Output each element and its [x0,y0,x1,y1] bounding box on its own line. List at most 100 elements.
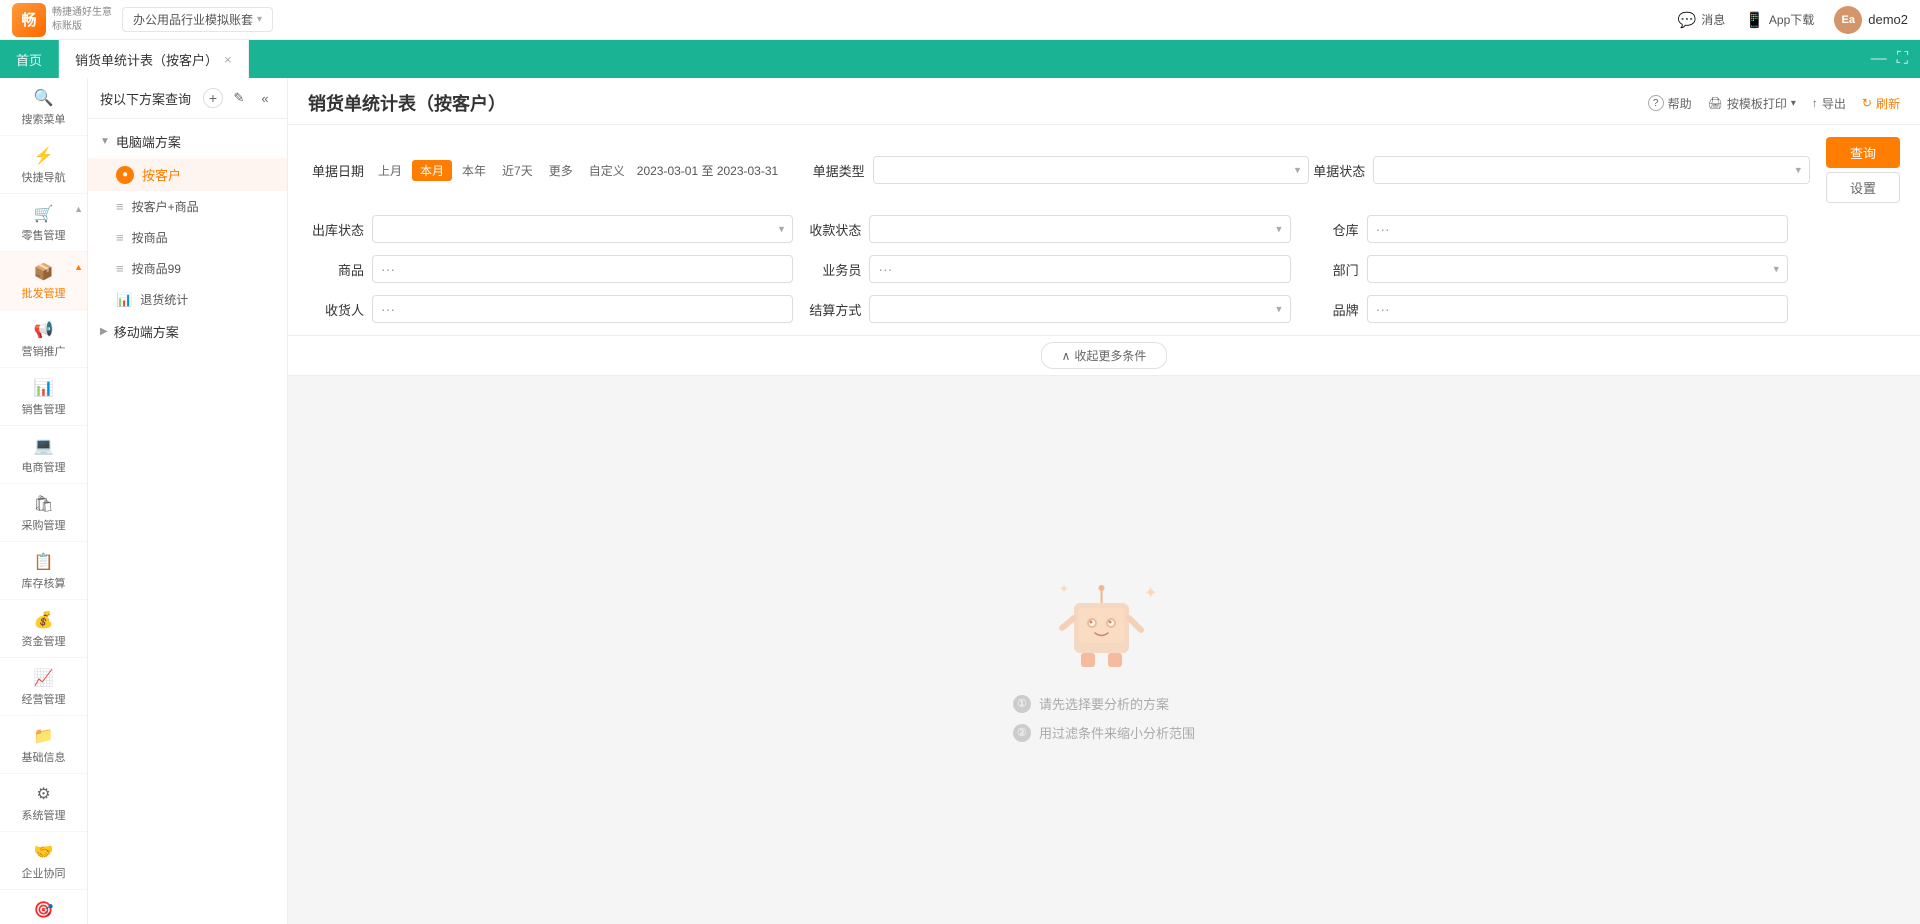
scheme-item-by-goods-label: 按商品 [132,229,168,246]
app-label: App下载 [1769,11,1814,28]
breadcrumb-arrow: ▾ [257,14,262,25]
nav-inventory-label: 库存核算 [22,575,66,591]
breadcrumb-selector[interactable]: 办公用品行业模拟账套 ▾ [122,7,273,32]
nav-item-ecom[interactable]: 💻 电商管理 [0,426,87,484]
scheme-item-by-goods[interactable]: ≡ 按商品 [88,222,287,253]
newuser-icon: 🎯 [34,900,54,920]
scheme-collapse-button[interactable]: « [255,88,275,108]
tab-close-icon[interactable]: × [224,52,232,67]
scheme-tree: ▼ 电脑端方案 ● 按客户 ≡ 按客户+商品 ≡ 按商品 [88,119,287,924]
date-btn-last7[interactable]: 近7天 [496,160,539,181]
nav-item-wholesale[interactable]: 📦 批发管理 ▲ [0,252,87,310]
date-btn-custom[interactable]: 自定义 [583,160,631,181]
goods-dots: ··· [381,261,395,277]
settings-button[interactable]: 设置 [1826,172,1900,203]
department-label: 部门 [1303,260,1359,279]
filter-area: 单据日期 上月 本月 本年 近7天 更多 自定义 2023-03-01 至 20… [288,125,1920,336]
scheme-item-return-stat-label: 退货统计 [140,291,188,308]
warehouse-input[interactable]: ··· [1367,215,1788,243]
doc-status-label: 单据状态 [1309,161,1365,180]
help-button[interactable]: ? 帮助 [1648,95,1692,112]
nav-item-sales[interactable]: 📊 销售管理 [0,368,87,426]
nav-item-newuser[interactable]: 🎯 新手引导 [0,890,87,924]
nav-business-label: 经营管理 [22,691,66,707]
export-icon: ↑ [1812,96,1818,110]
scheme-item-by-customer-goods[interactable]: ≡ 按客户+商品 [88,191,287,222]
nav-item-corp[interactable]: 🤝 企业协同 [0,832,87,890]
scheme-group-mobile: ▶ 移动端方案 [88,315,287,348]
brand-label: 品牌 [1303,300,1359,319]
date-field-label: 单据日期 [308,161,364,180]
maximize-icon[interactable]: ⛶ [1897,50,1908,68]
nav-item-business[interactable]: 📈 经营管理 [0,658,87,716]
scheme-item-icon-2: ≡ [116,230,124,245]
minimize-icon[interactable]: — [1871,50,1887,68]
doc-status-arrow: ▾ [1795,164,1801,177]
template-print-button[interactable]: 🖨 按模板打印 ▾ [1708,95,1796,112]
payment-status-input[interactable]: ▾ [869,215,1290,243]
nav-item-purchase[interactable]: 🛍 采购管理 [0,484,87,542]
salesperson-input[interactable]: ··· [869,255,1290,283]
data-area: ✦ ✦ ① 请先选择要分析的方案 ② 用过滤条件来缩小分析范围 [288,376,1920,924]
doc-type-arrow: ▾ [1295,164,1301,177]
msg-button[interactable]: 💬 消息 [1678,11,1726,29]
nav-item-retail[interactable]: 🛒 零售管理 ▲ [0,194,87,252]
goods-input[interactable]: ··· [372,255,793,283]
app-icon: 📱 [1745,11,1764,29]
user-name: demo2 [1868,12,1908,27]
nav-basic-label: 基础信息 [22,749,66,765]
tab-sales-stat[interactable]: 销货单统计表（按客户） × [59,40,249,78]
export-button[interactable]: ↑ 导出 [1812,95,1846,112]
doc-status-input[interactable]: ▾ [1373,156,1810,184]
scheme-item-by-customer-goods-label: 按客户+商品 [132,198,199,215]
collapse-button[interactable]: ∧ 收起更多条件 [1041,342,1168,369]
scheme-sidebar-title: 按以下方案查询 [100,89,191,108]
date-btn-last-month[interactable]: 上月 [372,160,408,181]
scheme-item-return-stat[interactable]: 📊 退货统计 [88,284,287,315]
quick-nav-icon: ⚡ [34,146,54,166]
nav-item-quick[interactable]: ⚡ 快捷导航 [0,136,87,194]
collapse-label: 收起更多条件 [1074,347,1146,364]
consignee-dots: ··· [381,301,395,317]
scheme-edit-button[interactable]: ✎ [229,88,249,108]
scheme-item-by-customer[interactable]: ● 按客户 [88,158,287,191]
refresh-button[interactable]: ↻ 刷新 [1862,95,1900,112]
logo-icon: 畅 [12,3,46,37]
brand-input[interactable]: ··· [1367,295,1788,323]
scheme-add-button[interactable]: + [203,88,223,108]
tab-home[interactable]: 首页 [0,40,59,78]
nav-item-inventory[interactable]: 📋 库存核算 [0,542,87,600]
nav-item-basic[interactable]: 📁 基础信息 [0,716,87,774]
nav-wholesale-label: 批发管理 [22,285,66,301]
empty-state: ✦ ✦ ① 请先选择要分析的方案 ② 用过滤条件来缩小分析范围 [1013,558,1195,742]
print-dropdown-arrow: ▾ [1791,98,1796,109]
finance-icon: 💰 [34,610,54,630]
corp-icon: 🤝 [34,842,54,862]
logo: 畅 畅捷通好生意 标账版 [12,3,112,37]
department-input[interactable]: ▾ [1367,255,1788,283]
date-btn-this-month[interactable]: 本月 [412,160,452,181]
doc-type-input[interactable]: ▾ [873,156,1310,184]
scheme-group-desktop-header[interactable]: ▼ 电脑端方案 [88,125,287,158]
nav-item-marketing[interactable]: 📢 营销推广 [0,310,87,368]
nav-item-system[interactable]: ⚙ 系统管理 [0,774,87,832]
date-btn-more[interactable]: 更多 [543,160,579,181]
filter-field-doc-status: 单据状态 ▾ [1309,156,1810,184]
user-menu[interactable]: Ea demo2 [1834,6,1908,34]
scheme-sidebar-actions: + ✎ « [203,88,275,108]
topbar: 畅 畅捷通好生意 标账版 办公用品行业模拟账套 ▾ 💬 消息 📱 App下载 E… [0,0,1920,40]
goods-label: 商品 [308,260,364,279]
nav-system-label: 系统管理 [22,807,66,823]
outbound-status-input[interactable]: ▾ [372,215,793,243]
date-btn-this-year[interactable]: 本年 [456,160,492,181]
warehouse-label: 仓库 [1303,220,1359,239]
query-button[interactable]: 查询 [1826,137,1900,168]
settlement-input[interactable]: ▾ [869,295,1290,323]
scheme-item-by-goods99[interactable]: ≡ 按商品99 [88,253,287,284]
nav-item-search[interactable]: 🔍 搜索菜单 [0,78,87,136]
app-download-button[interactable]: 📱 App下载 [1745,11,1814,29]
consignee-input[interactable]: ··· [372,295,793,323]
scheme-item-icon-3: ≡ [116,261,124,276]
scheme-group-mobile-header[interactable]: ▶ 移动端方案 [88,315,287,348]
nav-item-finance[interactable]: 💰 资金管理 [0,600,87,658]
